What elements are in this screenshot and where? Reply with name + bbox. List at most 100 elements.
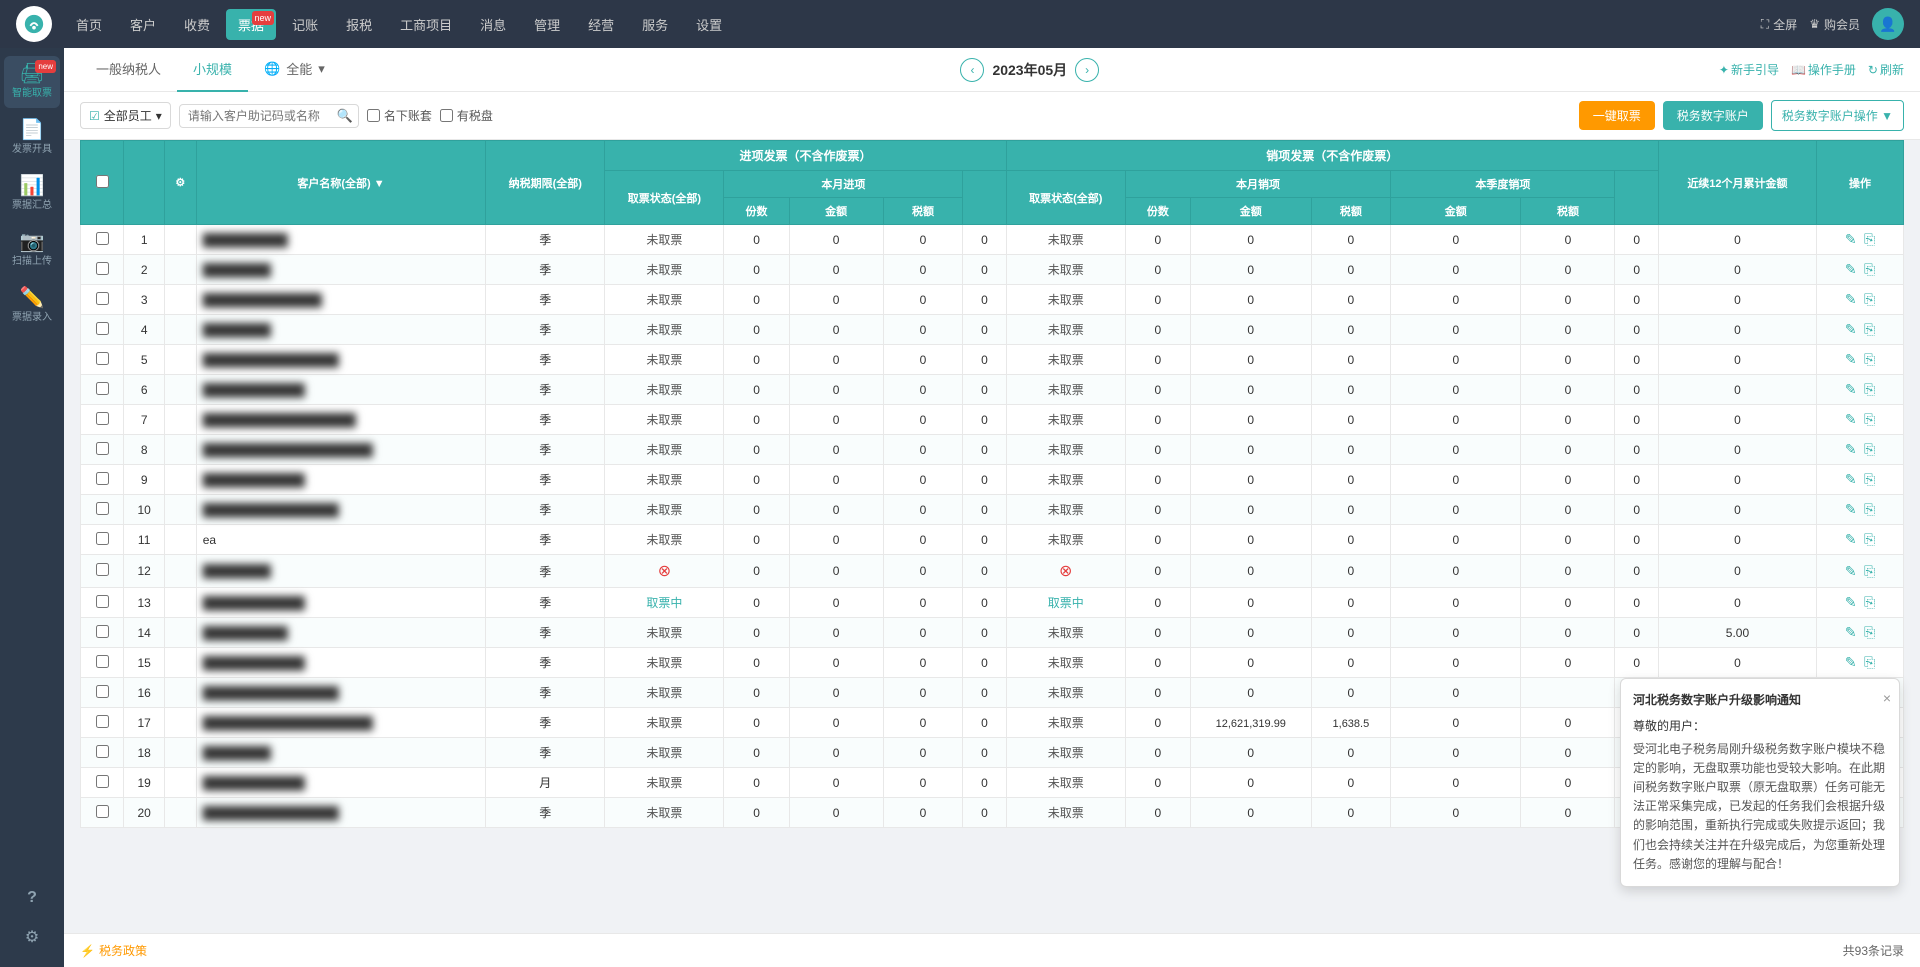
edit-icon[interactable]: ✎ (1845, 594, 1857, 610)
tab-all[interactable]: 🌐 全能 ▾ (248, 48, 341, 92)
sidebar-item-invoice-open[interactable]: 📄 发票开具 (4, 112, 60, 164)
td-checkbox[interactable] (81, 495, 124, 525)
copy-icon[interactable]: ⎘ (1864, 291, 1875, 307)
nav-manage[interactable]: 管理 (522, 9, 572, 40)
copy-icon[interactable]: ⎘ (1864, 624, 1875, 640)
td-checkbox[interactable] (81, 375, 124, 405)
nav-operations[interactable]: 经营 (576, 9, 626, 40)
edit-icon[interactable]: ✎ (1845, 321, 1857, 337)
prev-month-btn[interactable]: ‹ (960, 58, 984, 82)
edit-icon[interactable]: ✎ (1845, 231, 1857, 247)
row-checkbox[interactable] (96, 292, 109, 305)
edit-icon[interactable]: ✎ (1845, 261, 1857, 277)
row-checkbox[interactable] (96, 262, 109, 275)
row-checkbox[interactable] (96, 232, 109, 245)
select-all-checkbox[interactable] (96, 175, 109, 188)
vip-btn[interactable]: ♛ 购会员 (1809, 16, 1860, 33)
nav-settings[interactable]: 设置 (684, 9, 734, 40)
employee-select[interactable]: ☑ 全部员工 ▾ (80, 102, 171, 129)
logo[interactable] (16, 6, 52, 42)
copy-icon[interactable]: ⎘ (1864, 381, 1875, 397)
edit-icon[interactable]: ✎ (1845, 441, 1857, 457)
row-checkbox[interactable] (96, 775, 109, 788)
edit-icon[interactable]: ✎ (1845, 291, 1857, 307)
row-checkbox[interactable] (96, 745, 109, 758)
sidebar-help[interactable]: ? (4, 881, 60, 915)
next-month-btn[interactable]: › (1075, 58, 1099, 82)
row-checkbox[interactable] (96, 532, 109, 545)
sidebar-item-smart-ticket[interactable]: 🖨 智能取票 new (4, 56, 60, 108)
row-checkbox[interactable] (96, 685, 109, 698)
td-checkbox[interactable] (81, 405, 124, 435)
operation-manual-btn[interactable]: 📖 操作手册 (1791, 61, 1856, 78)
sidebar-item-invoice-summary[interactable]: 📊 票据汇总 (4, 168, 60, 220)
one-click-take-btn[interactable]: 一键取票 (1579, 101, 1655, 130)
td-checkbox[interactable] (81, 648, 124, 678)
nav-business[interactable]: 工商项目 (388, 9, 464, 40)
td-checkbox[interactable] (81, 525, 124, 555)
edit-icon[interactable]: ✎ (1845, 563, 1857, 579)
copy-icon[interactable]: ⎘ (1864, 654, 1875, 670)
under-account-checkbox[interactable]: 名下账套 (367, 107, 432, 124)
td-checkbox[interactable] (81, 768, 124, 798)
digital-account-op-btn[interactable]: 税务数字账户操作 ▼ (1771, 100, 1904, 131)
copy-icon[interactable]: ⎘ (1864, 471, 1875, 487)
has-tax-disk-check[interactable] (440, 109, 453, 122)
edit-icon[interactable]: ✎ (1845, 654, 1857, 670)
nav-customer[interactable]: 客户 (118, 9, 168, 40)
row-checkbox[interactable] (96, 502, 109, 515)
row-checkbox[interactable] (96, 322, 109, 335)
row-checkbox[interactable] (96, 352, 109, 365)
nav-message[interactable]: 消息 (468, 9, 518, 40)
edit-icon[interactable]: ✎ (1845, 351, 1857, 367)
notification-close-btn[interactable]: × (1883, 687, 1891, 709)
copy-icon[interactable]: ⎘ (1864, 594, 1875, 610)
edit-icon[interactable]: ✎ (1845, 531, 1857, 547)
row-checkbox[interactable] (96, 412, 109, 425)
td-checkbox[interactable] (81, 678, 124, 708)
copy-icon[interactable]: ⎘ (1864, 351, 1875, 367)
row-checkbox[interactable] (96, 382, 109, 395)
edit-icon[interactable]: ✎ (1845, 501, 1857, 517)
td-checkbox[interactable] (81, 465, 124, 495)
nav-tax[interactable]: 报税 (334, 9, 384, 40)
td-checkbox[interactable] (81, 315, 124, 345)
tab-small-scale[interactable]: 小规模 (177, 48, 248, 92)
td-checkbox[interactable] (81, 255, 124, 285)
td-checkbox[interactable] (81, 708, 124, 738)
copy-icon[interactable]: ⎘ (1864, 501, 1875, 517)
row-checkbox[interactable] (96, 442, 109, 455)
row-checkbox[interactable] (96, 563, 109, 576)
row-checkbox[interactable] (96, 472, 109, 485)
edit-icon[interactable]: ✎ (1845, 471, 1857, 487)
has-tax-disk-checkbox[interactable]: 有税盘 (440, 107, 493, 124)
copy-icon[interactable]: ⎘ (1864, 261, 1875, 277)
td-checkbox[interactable] (81, 345, 124, 375)
user-avatar[interactable]: 👤 (1872, 8, 1904, 40)
digital-account-btn[interactable]: 税务数字账户 (1663, 101, 1763, 130)
copy-icon[interactable]: ⎘ (1864, 321, 1875, 337)
row-checkbox[interactable] (96, 805, 109, 818)
td-checkbox[interactable] (81, 555, 124, 588)
td-checkbox[interactable] (81, 618, 124, 648)
nav-invoice[interactable]: 票据 new (226, 9, 276, 40)
sidebar-item-invoice-entry[interactable]: ✏️ 票据录入 (4, 280, 60, 332)
nav-service[interactable]: 服务 (630, 9, 680, 40)
tab-general-taxpayer[interactable]: 一般纳税人 (80, 48, 177, 92)
td-checkbox[interactable] (81, 225, 124, 255)
edit-icon[interactable]: ✎ (1845, 411, 1857, 427)
sidebar-settings[interactable]: ⚙ (4, 919, 60, 955)
under-account-check[interactable] (367, 109, 380, 122)
nav-home[interactable]: 首页 (64, 9, 114, 40)
td-checkbox[interactable] (81, 435, 124, 465)
copy-icon[interactable]: ⎘ (1864, 531, 1875, 547)
new-guide-btn[interactable]: ✦ 新手引导 (1719, 61, 1779, 78)
refresh-btn[interactable]: ↻ 刷新 (1868, 61, 1904, 78)
nav-accounting[interactable]: 记账 (280, 9, 330, 40)
nav-fee[interactable]: 收费 (172, 9, 222, 40)
copy-icon[interactable]: ⎘ (1864, 563, 1875, 579)
td-checkbox[interactable] (81, 738, 124, 768)
sidebar-item-scan-upload[interactable]: 📷 扫描上传 (4, 224, 60, 276)
fullscreen-btn[interactable]: ⛶ 全屏 (1761, 16, 1797, 33)
search-icon[interactable]: 🔍 (337, 108, 353, 124)
